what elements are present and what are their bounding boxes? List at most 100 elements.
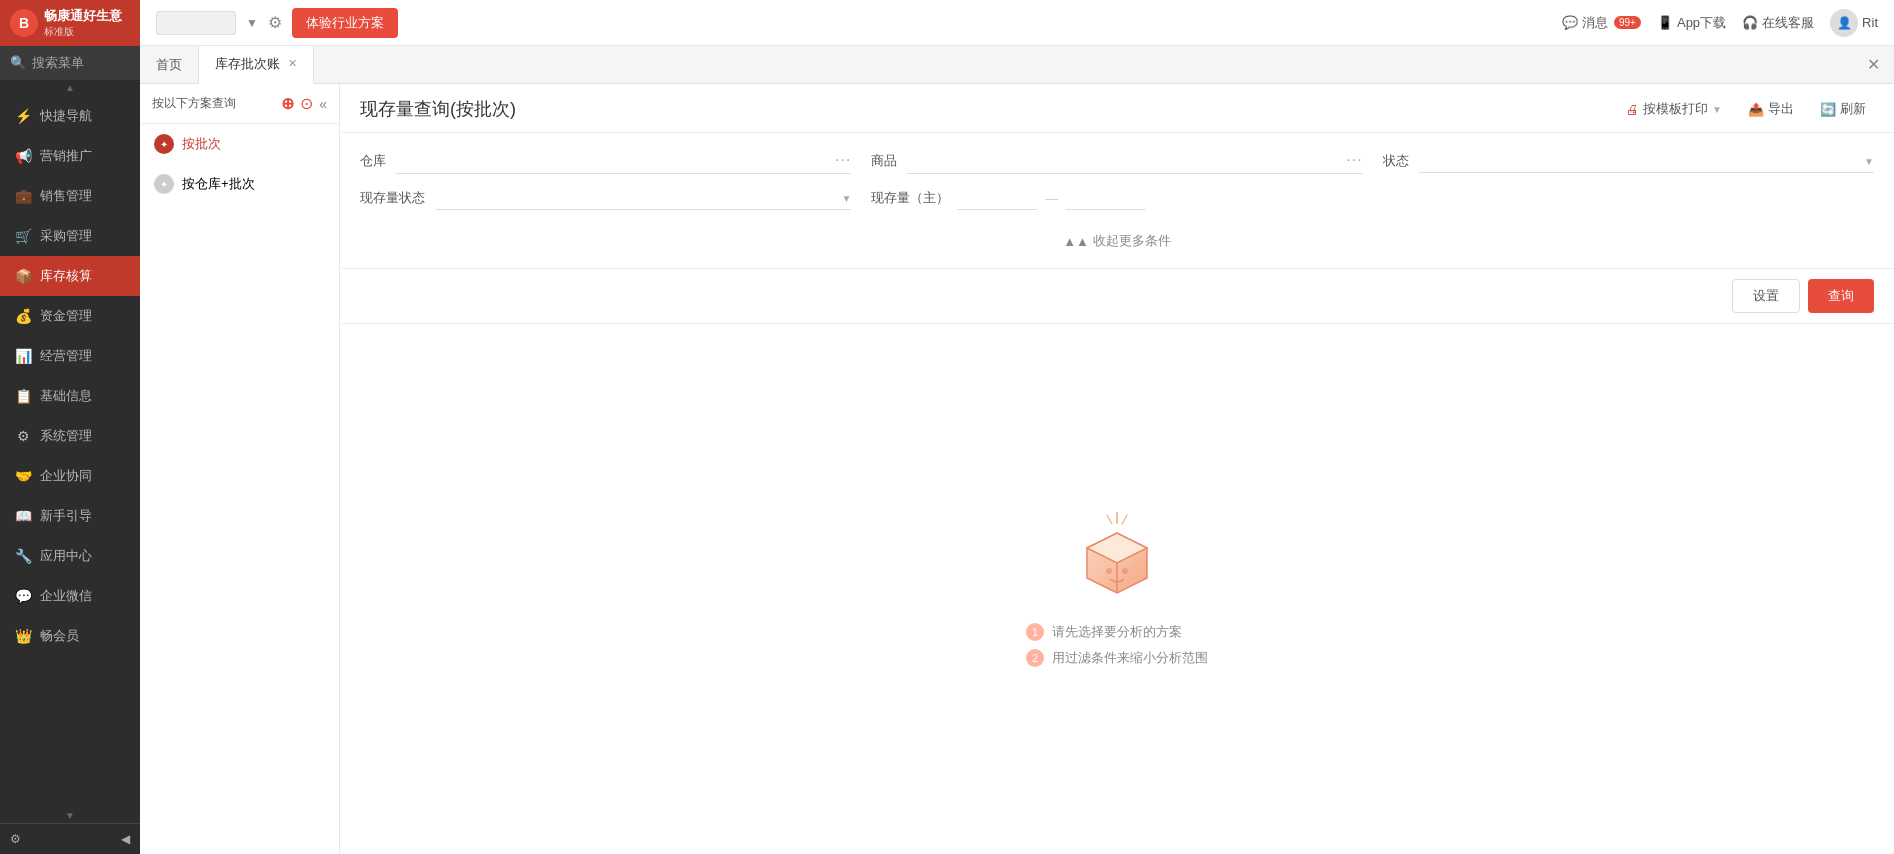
left-panel-header: 按以下方案查询 ⊕ ⊙ « (140, 84, 339, 124)
collapse-more-btn[interactable]: ▲▲ 收起更多条件 (1051, 228, 1183, 254)
svg-line-7 (1107, 515, 1112, 524)
nav-dropdown-btn[interactable]: ▼ (246, 16, 258, 30)
nav-label: 应用中心 (40, 547, 92, 565)
scheme-item-按仓库+批次[interactable]: ✦ 按仓库+批次 (140, 164, 339, 204)
sidebar-item-营销推广[interactable]: 📢 营销推广 (0, 136, 140, 176)
scheme-header-actions: ⊕ ⊙ « (281, 94, 327, 113)
sidebar: B 畅康通好生意 标准版 🔍 搜索菜单 ▲ ⚡ 快捷导航 📢 营销推广 💼销售管理 🛒 采购… (0, 0, 140, 854)
page-title: 现存量查询(按批次) (360, 97, 516, 121)
sidebar-item-系统管理[interactable]: ⚙系统管理 (0, 416, 140, 456)
user-profile-btn[interactable]: 👤 Rit (1830, 9, 1878, 37)
sidebar-item-基础信息[interactable]: 📋 基础信息 (0, 376, 140, 416)
tab-inventory-batch[interactable]: 库存批次账 ✕ (199, 46, 314, 84)
sidebar-item-资金管理[interactable]: 💰 资金管理 (0, 296, 140, 336)
collapse-scheme-btn[interactable]: « (319, 96, 327, 112)
manage-scheme-btn[interactable]: ⊙ (300, 94, 313, 113)
sidebar-footer: ⚙ ◀ (0, 823, 140, 854)
experience-btn[interactable]: 体验行业方案 (292, 8, 398, 38)
sidebar-item-企业微信[interactable]: 💬企业微信 (0, 576, 140, 616)
scroll-up-btn[interactable]: ▲ (0, 80, 140, 96)
nav-label: 快捷导航 (40, 107, 92, 125)
nav-icon: 👑 (14, 628, 32, 644)
nav-icon: 🛒 (14, 228, 32, 244)
nav-icon: 📖 (14, 508, 32, 524)
nav-label: 营销推广 (40, 147, 92, 165)
warehouse-filter: 仓库 ··· (360, 147, 851, 174)
online-service-btn[interactable]: 🎧 在线客服 (1742, 14, 1814, 32)
sidebar-item-销售管理[interactable]: 💼销售管理 (0, 176, 140, 216)
sidebar-item-企业协同[interactable]: 🤝企业协同 (0, 456, 140, 496)
messages-btn[interactable]: 💬 消息 99+ (1562, 14, 1641, 32)
status-select[interactable] (1419, 149, 1874, 173)
step-1-num: 1 (1026, 623, 1044, 641)
warehouse-input[interactable] (396, 153, 835, 168)
inventory-qty-divider: — (1045, 191, 1058, 206)
status-label: 状态 (1383, 152, 1411, 170)
right-content-panel: 现存量查询(按批次) 🖨 按模板打印 ▼ 📤 导出 🔄 刷新 (340, 84, 1894, 854)
left-scheme-panel: 按以下方案查询 ⊕ ⊙ « ✦ 按批次 ✦ 按仓库+批次 (140, 84, 340, 854)
nav-label: 资金管理 (40, 307, 92, 325)
warehouse-more-btn[interactable]: ··· (835, 151, 851, 169)
topbar: ▼ ⚙ 体验行业方案 💬 消息 99+ 📱 App下载 🎧 在线客服 👤 (140, 0, 1894, 46)
inventory-qty-from[interactable] (957, 186, 1037, 210)
nav-label: 企业微信 (40, 587, 92, 605)
panel-close-btn[interactable]: ✕ (1853, 55, 1894, 74)
footer-settings-btn[interactable]: ⚙ (10, 832, 21, 846)
sidebar-item-新手引导[interactable]: 📖新手引导 (0, 496, 140, 536)
nav-search-input[interactable] (156, 11, 236, 35)
user-avatar: 👤 (1830, 9, 1858, 37)
nav-icon: 💼 (14, 188, 32, 204)
inventory-qty-filter: 现存量（主） — (871, 186, 1362, 210)
step-2-num: 2 (1026, 649, 1044, 667)
sidebar-header: B 畅康通好生意 标准版 (0, 0, 140, 46)
export-btn[interactable]: 📤 导出 (1740, 96, 1802, 122)
print-icon: 🖨 (1626, 102, 1639, 117)
app-title: 畅康通好生意 标准版 (44, 8, 122, 38)
inventory-status-filter: 现存量状态 ▼ (360, 186, 851, 210)
sidebar-search[interactable]: 🔍 搜索菜单 (0, 46, 140, 80)
nav-label: 畅会员 (40, 627, 79, 645)
inventory-status-select[interactable] (436, 186, 851, 210)
app-download-btn[interactable]: 📱 App下载 (1657, 14, 1726, 32)
inventory-qty-label: 现存量（主） (871, 189, 949, 207)
nav-label: 基础信息 (40, 387, 92, 405)
footer-collapse-btn[interactable]: ◀ (121, 832, 130, 846)
empty-step-2: 2 用过滤条件来缩小分析范围 (1026, 649, 1208, 667)
print-btn[interactable]: 🖨 按模板打印 ▼ (1618, 96, 1730, 122)
sidebar-item-采购管理[interactable]: 🛒 采购管理 (0, 216, 140, 256)
sidebar-item-应用中心[interactable]: 🔧应用中心 (0, 536, 140, 576)
scheme-item-按批次[interactable]: ✦ 按批次 (140, 124, 339, 164)
sidebar-item-库存核算[interactable]: 📦库存核算 (0, 256, 140, 296)
nav-icon: 📋 (14, 388, 32, 404)
sidebar-item-经营管理[interactable]: 📊经营管理 (0, 336, 140, 376)
nav-icon: ⚙ (14, 428, 32, 444)
tab-close-btn[interactable]: ✕ (288, 57, 297, 70)
filter-area: 仓库 ··· 商品 ··· (340, 133, 1894, 269)
product-more-btn[interactable]: ··· (1346, 151, 1362, 169)
sidebar-item-畅会员[interactable]: 👑 畅会员 (0, 616, 140, 656)
nav-label: 采购管理 (40, 227, 92, 245)
avatar-placeholder: 👤 (1837, 16, 1852, 30)
nav-icon: 💰 (14, 308, 32, 324)
content-area: 按以下方案查询 ⊕ ⊙ « ✦ 按批次 ✦ 按仓库+批次 现存量查询(按批次) (140, 84, 1894, 854)
page-header: 现存量查询(按批次) 🖨 按模板打印 ▼ 📤 导出 🔄 刷新 (340, 84, 1894, 133)
refresh-btn[interactable]: 🔄 刷新 (1812, 96, 1874, 122)
main-area: ▼ ⚙ 体验行业方案 💬 消息 99+ 📱 App下载 🎧 在线客服 👤 (140, 0, 1894, 854)
collapse-more-area: ▲▲ 收起更多条件 (360, 220, 1874, 254)
empty-step-1: 1 请先选择要分析的方案 (1026, 623, 1208, 641)
add-scheme-btn[interactable]: ⊕ (281, 94, 294, 113)
inventory-status-label: 现存量状态 (360, 189, 428, 207)
tab-home[interactable]: 首页 (140, 46, 199, 84)
nav-icon: 📢 (14, 148, 32, 164)
product-input[interactable] (907, 153, 1346, 168)
nav-icon: ⚡ (14, 108, 32, 124)
scroll-down-btn[interactable]: ▼ (0, 807, 140, 823)
inventory-qty-to[interactable] (1066, 186, 1146, 210)
topbar-settings-icon[interactable]: ⚙ (268, 13, 282, 32)
query-btn[interactable]: 查询 (1808, 279, 1874, 313)
product-label: 商品 (871, 152, 899, 170)
warehouse-label: 仓库 (360, 152, 388, 170)
settings-icon: ⚙ (10, 832, 21, 846)
sidebar-item-快捷导航[interactable]: ⚡ 快捷导航 (0, 96, 140, 136)
settings-btn[interactable]: 设置 (1732, 279, 1800, 313)
